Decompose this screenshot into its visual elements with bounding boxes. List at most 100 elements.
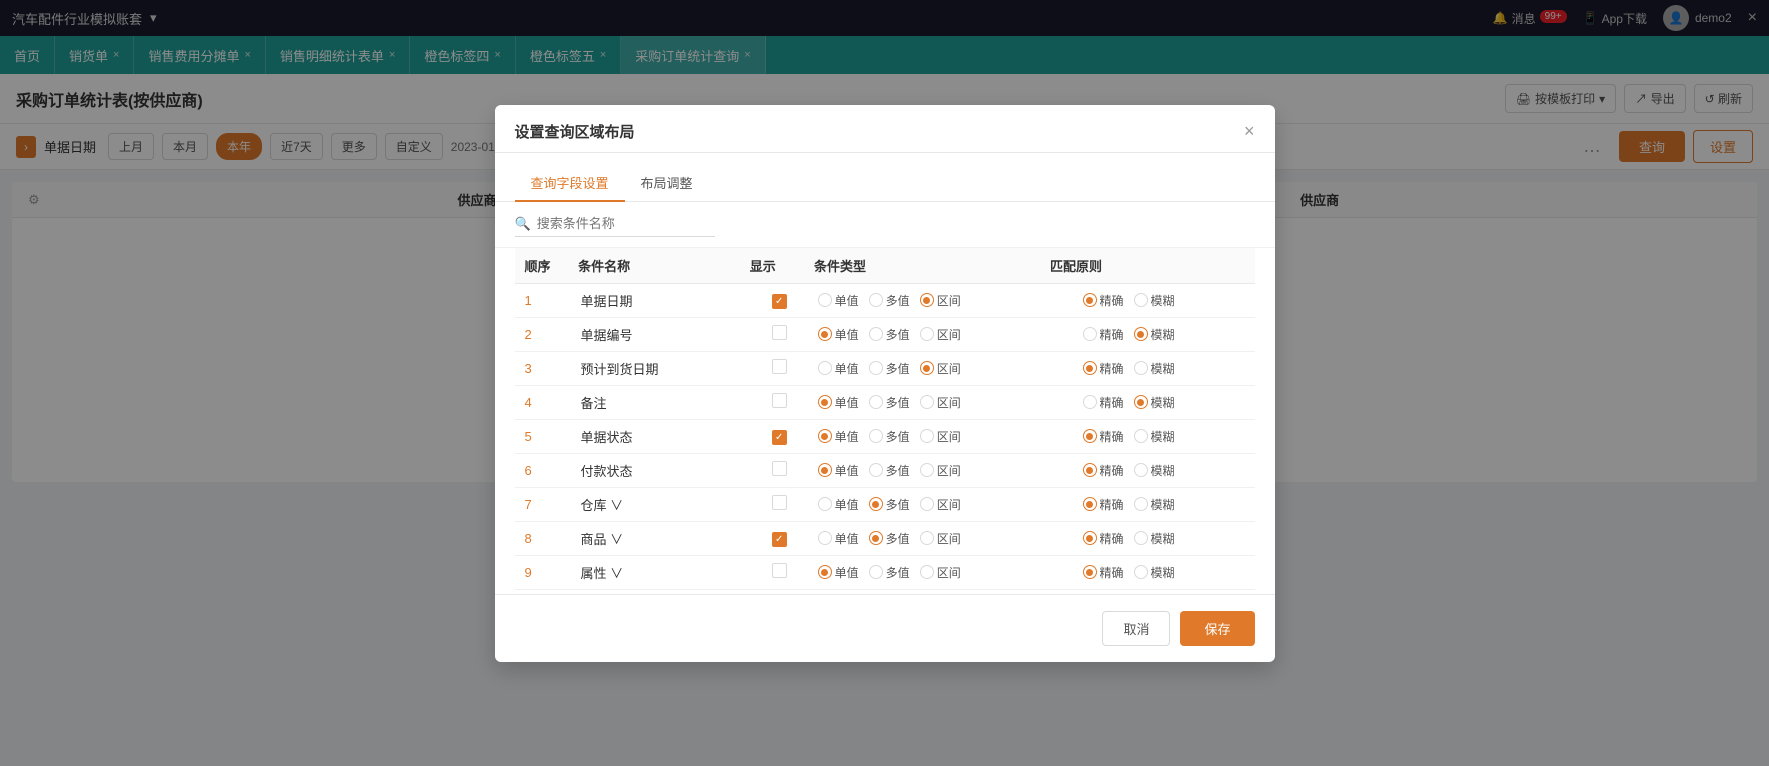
row-rule-模糊-3[interactable]: 模糊 xyxy=(1134,394,1175,411)
search-input[interactable] xyxy=(537,216,715,231)
row-order-6: 7 xyxy=(525,497,532,512)
table-row: 3 预计到货日期 单值多值区间 精确模糊 xyxy=(515,351,1255,385)
modal-title: 设置查询区域布局 xyxy=(515,121,635,142)
row-order-2: 3 xyxy=(525,361,532,376)
modal-table-scroll-area[interactable]: 1单据日期单值多值区间精确模糊2单据编号单值多值区间精确模糊3预计到货日期单值多… xyxy=(495,284,1275,594)
row-type-多值-8[interactable]: 多值 xyxy=(869,564,910,581)
row-type-多值-0[interactable]: 多值 xyxy=(869,292,910,309)
row-rule-精确-2[interactable]: 精确 xyxy=(1083,360,1124,377)
row-type-区间-5[interactable]: 区间 xyxy=(920,462,961,479)
row-rule-模糊-6[interactable]: 模糊 xyxy=(1134,496,1175,513)
th-order: 顺序 xyxy=(515,248,569,284)
row-rule-模糊-7[interactable]: 模糊 xyxy=(1134,530,1175,547)
table-row: 9 属性 ∨ 单值多值区间 精确模糊 xyxy=(515,555,1255,589)
modal-footer: 取消 保存 xyxy=(495,594,1275,662)
row-rule-精确-1[interactable]: 精确 xyxy=(1083,326,1124,343)
row-name-2: 预计到货日期 xyxy=(570,351,750,385)
row-show-checkbox-8[interactable] xyxy=(772,563,787,578)
row-rule-精确-6[interactable]: 精确 xyxy=(1083,496,1124,513)
modal-search-area: 🔍 xyxy=(495,202,1275,248)
table-row: 5 单据状态 单值多值区间 精确模糊 xyxy=(515,419,1255,453)
row-type-区间-2[interactable]: 区间 xyxy=(920,360,961,377)
row-rule-精确-4[interactable]: 精确 xyxy=(1083,428,1124,445)
save-button[interactable]: 保存 xyxy=(1180,611,1254,646)
tab-query-fields-label: 查询字段设置 xyxy=(531,176,609,191)
cancel-button[interactable]: 取消 xyxy=(1102,611,1170,646)
row-name-7: 商品 ∨ xyxy=(570,521,750,555)
row-type-单值-5[interactable]: 单值 xyxy=(818,462,859,479)
row-type-区间-8[interactable]: 区间 xyxy=(920,564,961,581)
row-type-多值-4[interactable]: 多值 xyxy=(869,428,910,445)
row-type-多值-7[interactable]: 多值 xyxy=(869,530,910,547)
row-type-多值-3[interactable]: 多值 xyxy=(869,394,910,411)
row-show-checkbox-4[interactable] xyxy=(772,430,787,445)
row-type-单值-0[interactable]: 单值 xyxy=(818,292,859,309)
row-name-0: 单据日期 xyxy=(570,284,750,318)
settings-modal: 设置查询区域布局 × 查询字段设置 布局调整 🔍 xyxy=(495,105,1275,662)
row-type-单值-2[interactable]: 单值 xyxy=(818,360,859,377)
row-rule-模糊-2[interactable]: 模糊 xyxy=(1134,360,1175,377)
row-type-多值-6[interactable]: 多值 xyxy=(869,496,910,513)
modal-table-header-row: 顺序 条件名称 显示 条件类型 匹配原则 xyxy=(515,248,1255,284)
modal-table: 顺序 条件名称 显示 条件类型 匹配原则 xyxy=(515,248,1255,284)
modal-close-button[interactable]: × xyxy=(1244,122,1255,140)
row-order-4: 5 xyxy=(525,429,532,444)
modal-overlay: 设置查询区域布局 × 查询字段设置 布局调整 🔍 xyxy=(0,0,1769,766)
table-row: 2 单据编号 单值多值区间 精确模糊 xyxy=(515,317,1255,351)
row-rule-模糊-8[interactable]: 模糊 xyxy=(1134,564,1175,581)
row-type-区间-7[interactable]: 区间 xyxy=(920,530,961,547)
row-rule-精确-7[interactable]: 精确 xyxy=(1083,530,1124,547)
table-row: 7 仓库 ∨ 单值多值区间 精确模糊 xyxy=(515,487,1255,521)
tab-query-fields[interactable]: 查询字段设置 xyxy=(515,165,625,202)
row-rule-模糊-4[interactable]: 模糊 xyxy=(1134,428,1175,445)
row-type-单值-7[interactable]: 单值 xyxy=(818,530,859,547)
row-show-checkbox-6[interactable] xyxy=(772,495,787,510)
row-type-区间-3[interactable]: 区间 xyxy=(920,394,961,411)
row-show-checkbox-3[interactable] xyxy=(772,393,787,408)
th-show: 显示 xyxy=(740,248,804,284)
row-show-checkbox-5[interactable] xyxy=(772,461,787,476)
row-rule-精确-5[interactable]: 精确 xyxy=(1083,462,1124,479)
row-show-checkbox-0[interactable] xyxy=(772,294,787,309)
row-show-checkbox-7[interactable] xyxy=(772,532,787,547)
table-row: 6付款状态单值多值区间精确模糊 xyxy=(515,453,1255,487)
row-show-checkbox-1[interactable] xyxy=(772,325,787,340)
row-name-8: 属性 ∨ xyxy=(570,555,750,589)
modal-rows-table: 1单据日期单值多值区间精确模糊2单据编号单值多值区间精确模糊3预计到货日期单值多… xyxy=(515,284,1255,594)
row-order-7: 8 xyxy=(525,531,532,546)
row-order-1: 2 xyxy=(525,327,532,342)
row-type-单值-3[interactable]: 单值 xyxy=(818,394,859,411)
modal-tab-bar: 查询字段设置 布局调整 xyxy=(495,153,1275,202)
row-type-单值-4[interactable]: 单值 xyxy=(818,428,859,445)
row-rule-精确-3[interactable]: 精确 xyxy=(1083,394,1124,411)
row-type-多值-1[interactable]: 多值 xyxy=(869,326,910,343)
row-type-区间-4[interactable]: 区间 xyxy=(920,428,961,445)
row-order-3: 4 xyxy=(525,395,532,410)
row-name-4: 单据状态 xyxy=(570,419,750,453)
row-rule-精确-0[interactable]: 精确 xyxy=(1083,292,1124,309)
row-type-单值-6[interactable]: 单值 xyxy=(818,496,859,513)
row-type-区间-1[interactable]: 区间 xyxy=(920,326,961,343)
row-type-单值-1[interactable]: 单值 xyxy=(818,326,859,343)
row-show-checkbox-2[interactable] xyxy=(772,359,787,374)
row-type-区间-6[interactable]: 区间 xyxy=(920,496,961,513)
tab-layout-adjust-label: 布局调整 xyxy=(641,176,693,191)
row-type-多值-2[interactable]: 多值 xyxy=(869,360,910,377)
modal-body: 查询字段设置 布局调整 🔍 顺序 条 xyxy=(495,153,1275,594)
row-type-区间-0[interactable]: 区间 xyxy=(920,292,961,309)
row-type-多值-5[interactable]: 多值 xyxy=(869,462,910,479)
row-rule-模糊-0[interactable]: 模糊 xyxy=(1134,292,1175,309)
search-icon: 🔍 xyxy=(515,216,531,232)
row-rule-精确-8[interactable]: 精确 xyxy=(1083,564,1124,581)
row-rule-模糊-5[interactable]: 模糊 xyxy=(1134,462,1175,479)
row-type-单值-8[interactable]: 单值 xyxy=(818,564,859,581)
tab-layout-adjust[interactable]: 布局调整 xyxy=(625,165,709,202)
modal-header: 设置查询区域布局 × xyxy=(495,105,1275,153)
row-order-8: 9 xyxy=(525,565,532,580)
row-name-1: 单据编号 xyxy=(570,317,750,351)
row-rule-模糊-1[interactable]: 模糊 xyxy=(1134,326,1175,343)
row-order-0: 1 xyxy=(525,293,532,308)
modal-table-body: 1单据日期单值多值区间精确模糊2单据编号单值多值区间精确模糊3预计到货日期单值多… xyxy=(515,284,1255,594)
th-type: 条件类型 xyxy=(804,248,1040,284)
row-name-6: 仓库 ∨ xyxy=(570,487,750,521)
